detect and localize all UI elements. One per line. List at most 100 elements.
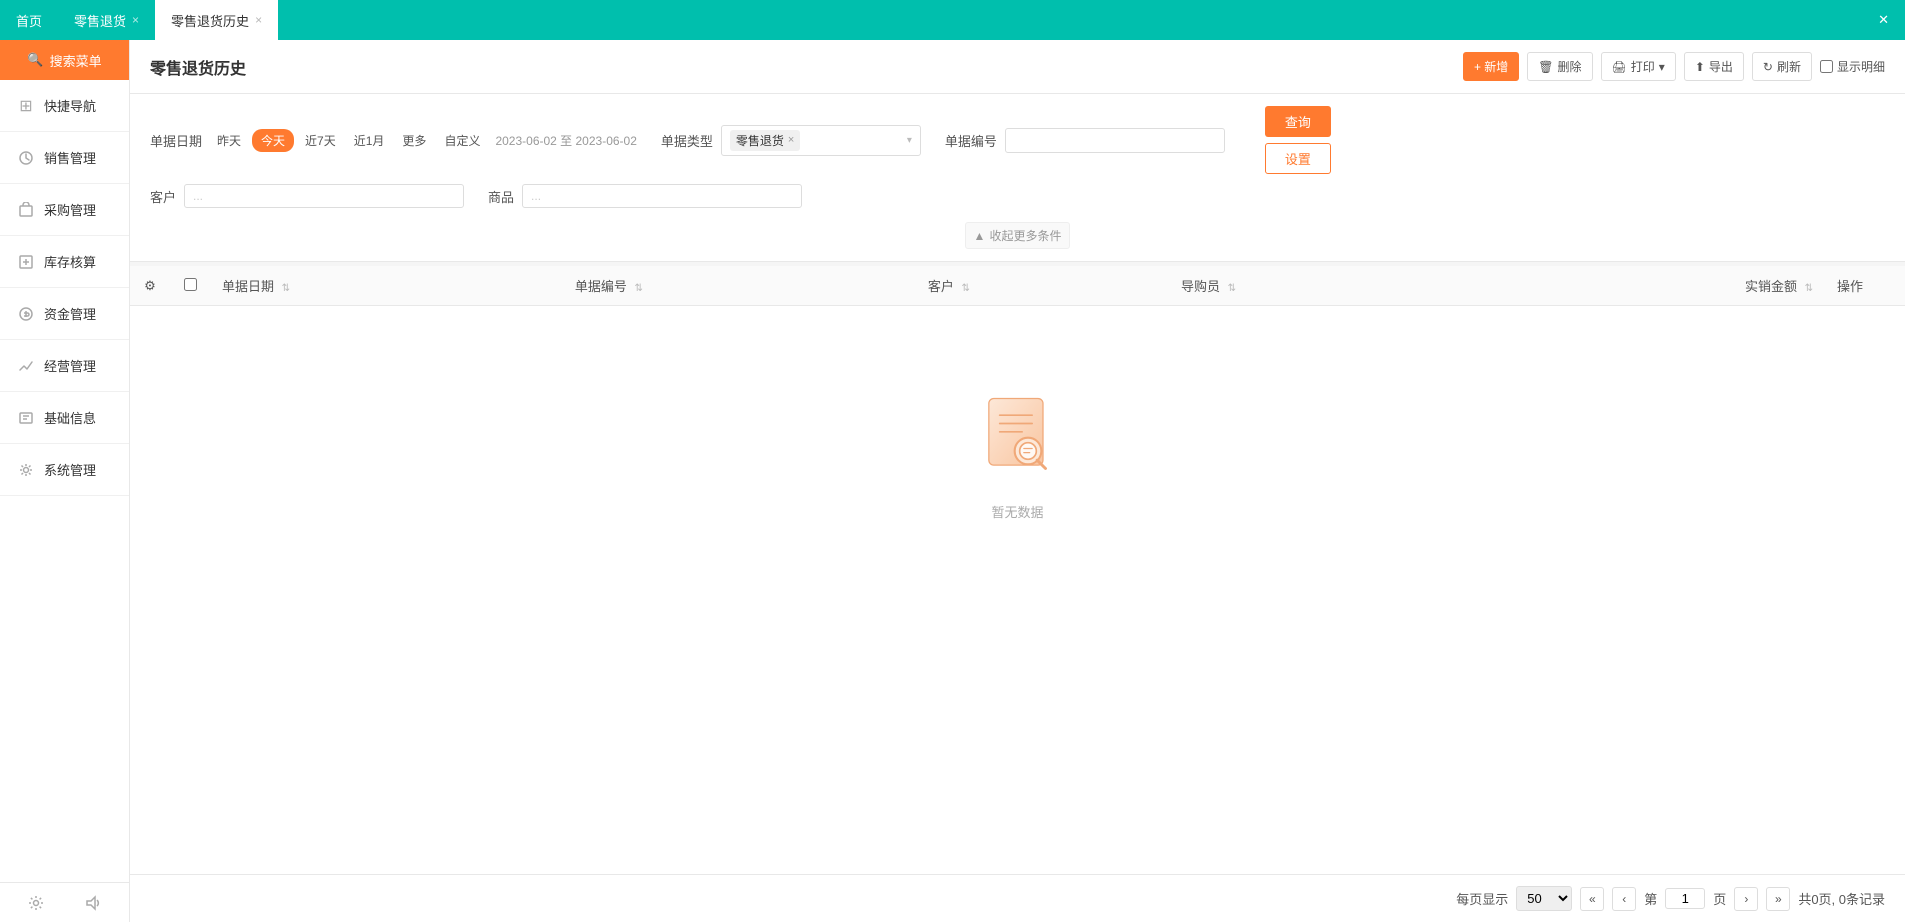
col-amount[interactable]: 实销金额 ⇅ — [1472, 266, 1825, 306]
top-bar: 首页 零售退货 × 零售退货历史 × ✕ — [0, 0, 1905, 40]
purchase-mgmt-icon — [16, 200, 36, 220]
table-body: 暂无数据 — [130, 306, 1905, 602]
customer-sort-icon: ⇅ — [961, 283, 969, 294]
query-settings-group: 查询 设置 — [1265, 106, 1331, 174]
sidebar-item-system-mgmt[interactable]: 系统管理 — [0, 444, 129, 496]
tab-retail-return-label: 零售退货 — [74, 11, 126, 30]
filter-doc-num: 单据编号 — [945, 128, 1225, 153]
sidebar-item-inventory-calc[interactable]: 库存核算 — [0, 236, 129, 288]
col-doc-date[interactable]: 单据日期 ⇅ — [210, 266, 563, 306]
last-page-button[interactable]: » — [1766, 887, 1790, 911]
tab-retail-return-history-close[interactable]: × — [255, 13, 262, 27]
sidebar-item-quick-nav[interactable]: ⊞ 快捷导航 — [0, 80, 129, 132]
col-customer-label: 客户 — [928, 279, 954, 294]
sidebar-search[interactable]: 🔍 搜索菜单 — [0, 40, 129, 80]
tab-home[interactable]: 首页 — [0, 0, 58, 40]
col-guide[interactable]: 导购员 ⇅ — [1169, 266, 1472, 306]
col-settings[interactable]: ⚙ — [130, 266, 170, 306]
col-ops-label: 操作 — [1837, 279, 1863, 294]
col-customer[interactable]: 客户 ⇅ — [916, 266, 1169, 306]
display-detail-label: 显示明细 — [1837, 58, 1885, 75]
date-btn-today[interactable]: 今天 — [252, 129, 294, 152]
date-btn-last7[interactable]: 近7天 — [298, 129, 343, 152]
doc-type-chevron-icon: ▾ — [907, 135, 912, 146]
doc-date-sort-icon: ⇅ — [282, 283, 290, 294]
filter-customer: 客户 ... — [150, 184, 464, 208]
main-layout: 🔍 搜索菜单 ⊞ 快捷导航 销售管理 采购管理 — [0, 40, 1905, 922]
tab-home-label: 首页 — [16, 11, 42, 30]
doc-num-label: 单据编号 — [945, 131, 997, 150]
date-btn-last1m[interactable]: 近1月 — [347, 129, 392, 152]
col-amount-label: 实销金额 — [1745, 279, 1797, 294]
sales-mgmt-icon — [16, 148, 36, 168]
doc-type-select[interactable]: 零售退货 × ▾ — [721, 125, 921, 156]
sidebar-footer — [0, 882, 129, 922]
goods-filter-label: 商品 — [488, 187, 514, 206]
filter-row-2: 客户 ... 商品 ... — [150, 184, 1885, 208]
empty-illustration — [968, 386, 1068, 486]
date-btn-yesterday[interactable]: 昨天 — [210, 129, 248, 152]
customer-select[interactable]: ... — [184, 184, 464, 208]
inventory-calc-icon — [16, 252, 36, 272]
tab-retail-return-close[interactable]: × — [132, 13, 139, 27]
empty-state-row: 暂无数据 — [130, 306, 1905, 602]
next-page-button[interactable]: › — [1734, 887, 1758, 911]
col-doc-num[interactable]: 单据编号 ⇅ — [563, 266, 916, 306]
tab-retail-return-history-label: 零售退货历史 — [171, 11, 249, 30]
sidebar-item-inventory-calc-label: 库存核算 — [44, 252, 96, 271]
filter-goods: 商品 ... — [488, 184, 802, 208]
query-button[interactable]: 查询 — [1265, 106, 1331, 137]
delete-button[interactable]: 🗑 删除 — [1527, 52, 1592, 81]
col-checkbox[interactable] — [170, 266, 210, 306]
sidebar-item-fund-mgmt[interactable]: 资金管理 — [0, 288, 129, 340]
page-num-input[interactable] — [1665, 888, 1705, 909]
select-all-checkbox[interactable] — [184, 278, 197, 291]
top-bar-close[interactable]: ✕ — [1878, 12, 1905, 28]
collapse-button[interactable]: ▲ 收起更多条件 — [965, 222, 1071, 249]
doc-num-input[interactable] — [1005, 128, 1225, 153]
page-actions: + 新增 🗑 删除 🖨 打印 ▾ ⬆ 导出 ↻ 刷新 — [1463, 52, 1885, 81]
doc-num-sort-icon: ⇅ — [635, 283, 643, 294]
delete-icon: 🗑 — [1538, 60, 1553, 74]
sidebar-search-label: 搜索菜单 — [50, 51, 102, 70]
sidebar-settings-btn[interactable] — [20, 887, 52, 919]
empty-state: 暂无数据 — [130, 306, 1905, 601]
sidebar-item-purchase-mgmt-label: 采购管理 — [44, 200, 96, 219]
page-unit: 页 — [1713, 889, 1726, 908]
col-guide-label: 导购员 — [1181, 279, 1220, 294]
date-btn-custom[interactable]: 自定义 — [437, 129, 487, 152]
sidebar-item-basic-info[interactable]: 基础信息 — [0, 392, 129, 444]
new-button[interactable]: + 新增 — [1463, 52, 1519, 81]
pagination-bar: 每页显示 50 10 20 100 « ‹ 第 页 › » 共0页, 0条记录 — [130, 874, 1905, 922]
guide-sort-icon: ⇅ — [1228, 283, 1236, 294]
sidebar-item-purchase-mgmt[interactable]: 采购管理 — [0, 184, 129, 236]
amount-sort-icon: ⇅ — [1805, 283, 1813, 294]
sidebar-item-sales-mgmt[interactable]: 销售管理 — [0, 132, 129, 184]
display-detail-checkbox[interactable] — [1820, 60, 1833, 73]
col-doc-date-label: 单据日期 — [222, 279, 274, 294]
prev-page-button[interactable]: ‹ — [1612, 887, 1636, 911]
collapse-icon: ▲ — [974, 229, 986, 243]
search-icon: 🔍 — [27, 52, 43, 68]
refresh-button[interactable]: ↻ 刷新 — [1752, 52, 1812, 81]
tab-retail-return[interactable]: 零售退货 × — [58, 0, 155, 40]
goods-placeholder: ... — [531, 189, 541, 203]
filter-settings-button[interactable]: 设置 — [1265, 143, 1331, 174]
filter-row-1: 单据日期 昨天 今天 近7天 近1月 更多 自定义 2023-06-02 至 2… — [150, 106, 1885, 174]
table-settings-icon: ⚙ — [144, 278, 156, 293]
sidebar-item-operations-mgmt[interactable]: 经营管理 — [0, 340, 129, 392]
fund-mgmt-icon — [16, 304, 36, 324]
sidebar-volume-btn[interactable] — [77, 887, 109, 919]
doc-type-remove[interactable]: × — [788, 134, 794, 146]
date-btn-more[interactable]: 更多 — [395, 129, 433, 152]
export-button[interactable]: ⬆ 导出 — [1684, 52, 1744, 81]
first-page-button[interactable]: « — [1580, 887, 1604, 911]
page-size-select[interactable]: 50 10 20 100 — [1516, 886, 1572, 911]
print-icon: 🖨 — [1612, 60, 1627, 74]
tab-retail-return-history[interactable]: 零售退货历史 × — [155, 0, 278, 40]
sidebar-item-system-mgmt-label: 系统管理 — [44, 460, 96, 479]
system-mgmt-icon — [16, 460, 36, 480]
goods-select[interactable]: ... — [522, 184, 802, 208]
table-header-row: ⚙ 单据日期 ⇅ 单据编号 ⇅ — [130, 266, 1905, 306]
print-button[interactable]: 🖨 打印 ▾ — [1601, 52, 1676, 81]
